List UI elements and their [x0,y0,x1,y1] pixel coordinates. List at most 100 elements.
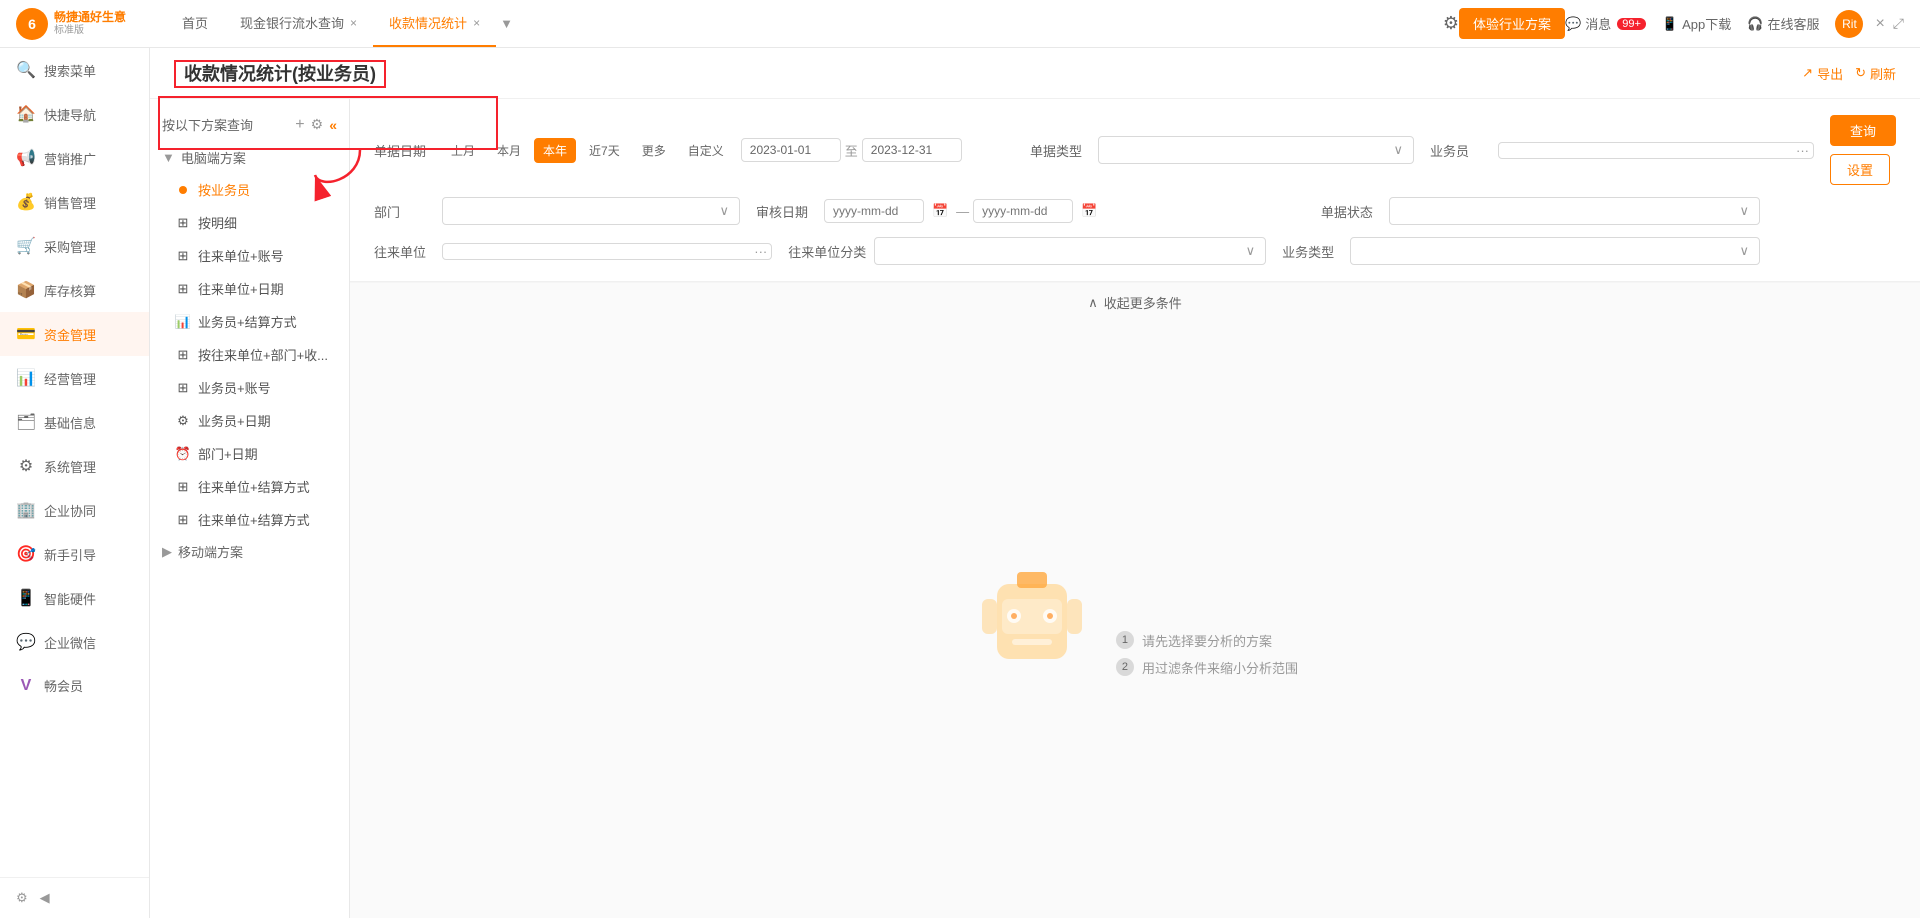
sidebar-item-purchase[interactable]: 🛒 采购管理 [0,224,149,268]
partner-category-select[interactable]: ∨ [874,237,1266,265]
sidebar-item-hardware[interactable]: 📱 智能硬件 [0,576,149,620]
filter-group-desktop[interactable]: ▼ 电脑端方案 [150,142,349,173]
sidebar-item-capital[interactable]: 💳 资金管理 [0,312,149,356]
salesman-active-icon [174,182,192,197]
voucher-type-select[interactable]: ∨ [1098,136,1414,164]
sidebar-item-member[interactable]: V 畅会员 [0,664,149,707]
app-edition: 标准版 [54,25,126,37]
settings-btn[interactable]: 设置 [1830,154,1890,185]
business-type-label: 业务类型 [1282,242,1342,261]
sidebar-item-basic-info[interactable]: 🗂 基础信息 [0,400,149,444]
sidebar-collapse-icon[interactable]: ◀ [40,890,50,906]
partner-field: 往来单位 ··· [374,242,772,261]
shortcut-custom[interactable]: 自定义 [679,138,733,163]
filter-item-by-salesman[interactable]: 按业务员 [150,173,349,206]
main-layout: 🔍 搜索菜单 🏠 快捷导航 📢 营销推广 💰 销售管理 🛒 采购管理 📦 库存核… [0,48,1920,918]
salesman-date-icon: ⚙ [174,413,192,429]
tab-receipt-close[interactable]: × [473,16,480,30]
review-calendar-icon[interactable]: 📅 [932,203,948,219]
tab-home[interactable]: 首页 [166,0,224,47]
sidebar-item-quick-nav[interactable]: 🏠 快捷导航 [0,92,149,136]
review-calendar-icon2[interactable]: 📅 [1081,203,1097,219]
partner-label: 往来单位 [374,242,434,261]
dept-label: 部门 [374,202,434,221]
partner-dept-icon: ⊞ [174,347,192,363]
tab-bank-close[interactable]: × [350,16,357,30]
review-date-dash: — [956,204,969,219]
partner-date-icon: ⊞ [174,281,192,297]
search-row-2: 部门 ∨ 审核日期 📅 — [374,197,1896,225]
shortcut-more[interactable]: 更多 [633,138,675,163]
sidebar-item-marketing[interactable]: 📢 营销推广 [0,136,149,180]
voucher-status-label: 单据状态 [1321,202,1381,221]
gear-icon[interactable]: ⚙ [1443,13,1459,33]
filter-item-salesman-method[interactable]: 📊 业务员+结算方式 [150,305,349,338]
page-title-bar: 收款情况统计(按业务员) ↗ 导出 ↻ 刷新 [150,48,1920,99]
app-download-btn[interactable]: 📱 App下载 [1662,14,1731,33]
sidebar-settings-icon[interactable]: ⚙ [16,890,28,906]
export-icon: ↗ [1802,65,1813,81]
shortcut-this-month[interactable]: 本月 [488,138,530,163]
sidebar-item-search-menu[interactable]: 🔍 搜索菜单 [0,48,149,92]
detail-icon: ⊞ [174,215,192,231]
sidebar-item-system[interactable]: ⚙ 系统管理 [0,444,149,488]
try-industry-btn[interactable]: 体验行业方案 [1459,8,1565,39]
filter-group-mobile[interactable]: ▶ 移动端方案 [150,536,349,567]
filter-item-partner-settle1[interactable]: ⊞ 往来单位+结算方式 [150,470,349,503]
filter-sidebar: 按以下方案查询 + ⚙ « ▼ 电脑端方案 按业务员 [150,99,350,918]
sidebar-item-sales[interactable]: 💰 销售管理 [0,180,149,224]
voucher-status-select[interactable]: ∨ [1389,197,1760,225]
header-settings-btn[interactable]: ⚙ [1443,13,1459,34]
sidebar-item-operation[interactable]: 📊 经营管理 [0,356,149,400]
empty-state: 1 请先选择要分析的方案 2 用过滤条件来缩小分析范围 [350,322,1920,918]
sidebar-item-guide[interactable]: 🎯 新手引导 [0,532,149,576]
partner-more-btn[interactable]: ··· [750,244,771,259]
filter-item-salesman-account[interactable]: ⊞ 业务员+账号 [150,371,349,404]
tab-bank-flow[interactable]: 现金银行流水查询 × [224,0,373,47]
filter-add-btn[interactable]: + [295,116,304,134]
collapse-bar[interactable]: ∧ 收起更多条件 [350,282,1920,322]
query-btn[interactable]: 查询 [1830,115,1896,146]
filter-item-partner-date[interactable]: ⊞ 往来单位+日期 [150,272,349,305]
review-date-end-input[interactable] [973,199,1073,223]
review-date-field: 审核日期 📅 — 📅 [756,199,1305,223]
filter-item-partner-dept[interactable]: ⊞ 按往来单位+部门+收... [150,338,349,371]
date-start-input[interactable] [741,138,841,162]
business-type-field: 业务类型 ∨ [1282,237,1760,265]
filter-collapse-btn[interactable]: « [329,117,337,133]
shortcut-last-month[interactable]: 上月 [442,138,484,163]
date-end-input[interactable] [862,138,962,162]
sidebar-item-enterprise[interactable]: 🏢 企业协同 [0,488,149,532]
dropdown-arrow[interactable]: ▼ [500,16,513,31]
filter-item-dept-date[interactable]: ⏰ 部门+日期 [150,437,349,470]
window-close-btn[interactable]: × [1875,15,1884,33]
user-avatar[interactable]: Rit [1835,10,1863,38]
capital-icon: 💳 [16,324,36,344]
window-maximize-btn[interactable]: ⤢ [1893,15,1904,32]
salesman-field: 业务员 ··· [1430,141,1814,160]
sidebar-item-wechat[interactable]: 💬 企业微信 [0,620,149,664]
voucher-type-label: 单据类型 [1030,141,1090,160]
filter-settings-btn[interactable]: ⚙ [311,116,324,133]
online-service-btn[interactable]: 🎧 在线客服 [1747,14,1819,33]
basic-info-icon: 🗂 [16,412,36,432]
top-header: 6 畅捷通好生意 标准版 首页 现金银行流水查询 × 收款情况统计 × ▼ ⚙ … [0,0,1920,48]
refresh-btn[interactable]: ↻ 刷新 [1855,64,1896,83]
filter-item-partner-settle2[interactable]: ⊞ 往来单位+结算方式 [150,503,349,536]
filter-item-salesman-date[interactable]: ⚙ 业务员+日期 [150,404,349,437]
tab-receipt-stats[interactable]: 收款情况统计 × [373,0,496,47]
business-type-select[interactable]: ∨ [1350,237,1760,265]
messages-btn[interactable]: 💬 消息 99+ [1565,14,1646,33]
salesman-more-btn[interactable]: ··· [1792,143,1813,158]
shortcut-7days[interactable]: 近7天 [580,138,629,163]
review-date-start-input[interactable] [824,199,924,223]
dept-select[interactable]: ∨ [442,197,740,225]
filter-item-partner-account[interactable]: ⊞ 往来单位+账号 [150,239,349,272]
export-btn[interactable]: ↗ 导出 [1802,64,1843,83]
filter-item-detail[interactable]: ⊞ 按明细 [150,206,349,239]
shortcut-this-year[interactable]: 本年 [534,138,576,163]
search-row-3: 往来单位 ··· 往来单位分类 ∨ [374,237,1896,265]
header-right-area: 💬 消息 99+ 📱 App下载 🎧 在线客服 Rit [1565,10,1863,38]
review-date-range: 📅 — 📅 [824,199,1305,223]
sidebar-item-inventory[interactable]: 📦 库存核算 [0,268,149,312]
